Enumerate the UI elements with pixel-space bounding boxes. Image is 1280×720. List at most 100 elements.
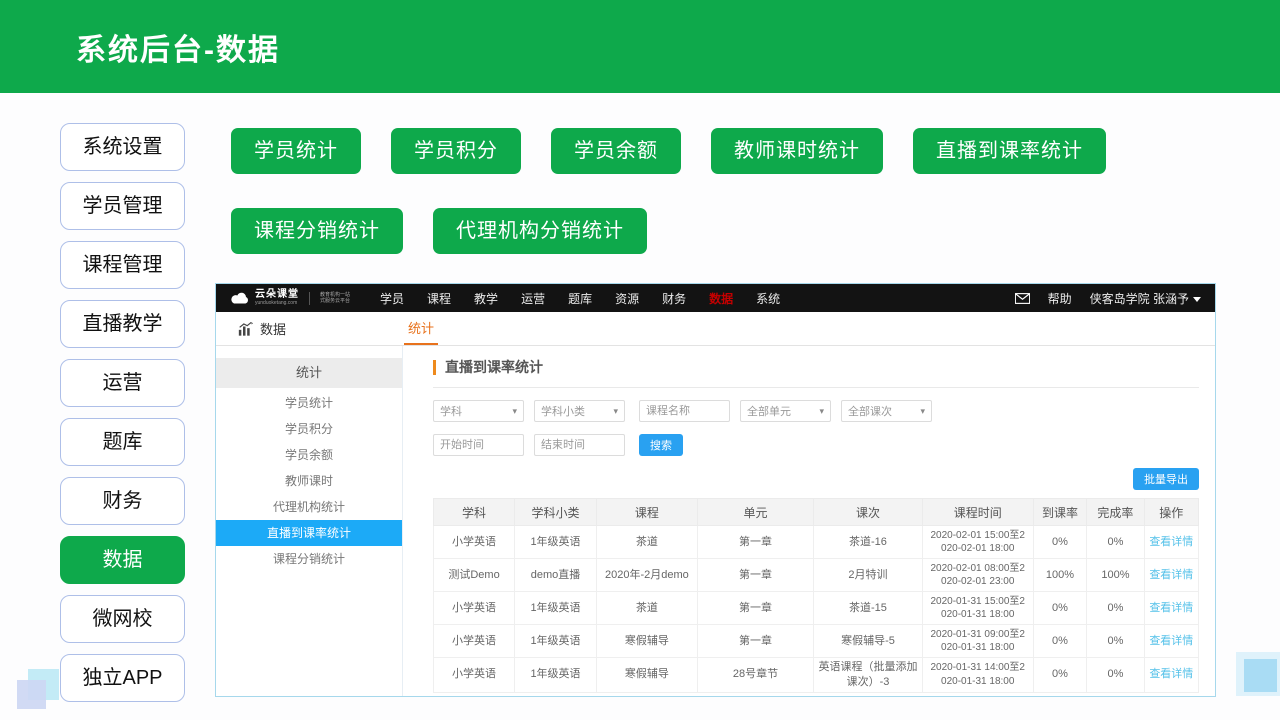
table-header-row: 学科学科小类课程单元课次课程时间到课率完成率操作 bbox=[434, 499, 1199, 526]
column-header: 完成率 bbox=[1087, 499, 1144, 526]
logo-divider bbox=[309, 292, 310, 305]
cell-subcategory: 1年级英语 bbox=[515, 658, 597, 693]
course-time-line2: 020-02-01 23:00 bbox=[926, 575, 1030, 589]
cell-subject: 测试Demo bbox=[434, 559, 515, 592]
quick-buttons-row2: 课程分销统计代理机构分销统计 bbox=[231, 208, 1211, 254]
side-menu-item-课程分销统计[interactable]: 课程分销统计 bbox=[216, 546, 402, 572]
cell-lesson: 茶道-16 bbox=[814, 526, 923, 559]
top-menu-item-数据[interactable]: 数据 bbox=[709, 290, 733, 307]
cell-action: 查看详情 bbox=[1144, 625, 1198, 658]
cell-lesson: 寒假辅导-5 bbox=[814, 625, 923, 658]
course-name-input[interactable] bbox=[639, 400, 730, 422]
cell-course-time: 2020-01-31 09:00至2020-01-31 18:00 bbox=[922, 625, 1033, 658]
cell-subcategory: demo直播 bbox=[515, 559, 597, 592]
quick-button[interactable]: 课程分销统计 bbox=[231, 208, 403, 254]
top-menu-item-资源[interactable]: 资源 bbox=[615, 290, 639, 307]
logo-text: 云朵课堂 yunduoketang.com bbox=[255, 290, 299, 306]
side-menu-item-学员积分[interactable]: 学员积分 bbox=[216, 416, 402, 442]
cell-attendance-rate: 0% bbox=[1033, 592, 1087, 625]
column-header: 学科小类 bbox=[515, 499, 597, 526]
chevron-down-icon bbox=[1193, 297, 1201, 302]
top-menu-item-教学[interactable]: 教学 bbox=[474, 290, 498, 307]
course-time-line2: 020-01-31 18:00 bbox=[926, 608, 1030, 622]
batch-export-button[interactable]: 批量导出 bbox=[1133, 468, 1199, 490]
sidebar-item-题库[interactable]: 题库 bbox=[60, 418, 185, 466]
page-title: 系统后台-数据 bbox=[76, 25, 280, 69]
cloud-logo-icon bbox=[230, 291, 250, 305]
stats-side-menu: 统计 学员统计学员积分学员余额教师课时代理机构统计直播到课率统计课程分销统计 bbox=[216, 346, 403, 697]
top-menu-item-题库[interactable]: 题库 bbox=[568, 290, 592, 307]
admin-top-menu: 学员 课程 教学 运营 题库 资源 财务 数据 系统 bbox=[380, 290, 780, 307]
cell-completion-rate: 0% bbox=[1087, 592, 1144, 625]
decorative-square bbox=[1244, 659, 1277, 692]
subject-select[interactable]: 学科 bbox=[433, 400, 524, 422]
sidebar-item-课程管理[interactable]: 课程管理 bbox=[60, 241, 185, 289]
side-menu-item-学员统计[interactable]: 学员统计 bbox=[216, 390, 402, 416]
top-menu-item-运营[interactable]: 运营 bbox=[521, 290, 545, 307]
cell-lesson: 茶道-15 bbox=[814, 592, 923, 625]
cell-unit: 第一章 bbox=[697, 625, 813, 658]
quick-button[interactable]: 学员积分 bbox=[391, 128, 521, 174]
unit-select[interactable]: 全部单元 bbox=[740, 400, 831, 422]
quick-button[interactable]: 教师课时统计 bbox=[711, 128, 883, 174]
cell-subcategory: 1年级英语 bbox=[515, 526, 597, 559]
cell-subject: 小学英语 bbox=[434, 592, 515, 625]
cell-completion-rate: 0% bbox=[1087, 625, 1144, 658]
quick-button[interactable]: 学员余额 bbox=[551, 128, 681, 174]
sidebar-item-数据[interactable]: 数据 bbox=[60, 536, 185, 584]
view-details-link[interactable]: 查看详情 bbox=[1149, 668, 1193, 680]
side-menu-item-直播到课率统计[interactable]: 直播到课率统计 bbox=[216, 520, 402, 546]
sidebar-item-学员管理[interactable]: 学员管理 bbox=[60, 182, 185, 230]
sidebar-item-独立APP[interactable]: 独立APP bbox=[60, 654, 185, 702]
side-menu-item-学员余额[interactable]: 学员余额 bbox=[216, 442, 402, 468]
sidebar-item-系统设置[interactable]: 系统设置 bbox=[60, 123, 185, 171]
tab-statistics[interactable]: 统计 bbox=[404, 312, 438, 345]
mail-icon[interactable] bbox=[1015, 293, 1030, 304]
search-button[interactable]: 搜索 bbox=[639, 434, 683, 456]
filter-row-2: 搜索 bbox=[433, 434, 1199, 456]
view-details-link[interactable]: 查看详情 bbox=[1149, 569, 1193, 581]
table-body: 小学英语1年级英语茶道第一章茶道-162020-02-01 15:00至2020… bbox=[434, 526, 1199, 693]
quick-button[interactable]: 学员统计 bbox=[231, 128, 361, 174]
column-header: 课次 bbox=[814, 499, 923, 526]
start-time-input[interactable] bbox=[433, 434, 524, 456]
subcategory-select[interactable]: 学科小类 bbox=[534, 400, 625, 422]
end-time-input[interactable] bbox=[534, 434, 625, 456]
side-menu-item-教师课时[interactable]: 教师课时 bbox=[216, 468, 402, 494]
course-time-line1: 2020-02-01 08:00至2 bbox=[926, 562, 1030, 576]
sidebar-item-微网校[interactable]: 微网校 bbox=[60, 595, 185, 643]
cell-completion-rate: 0% bbox=[1087, 526, 1144, 559]
top-menu-item-系统[interactable]: 系统 bbox=[756, 290, 780, 307]
help-link[interactable]: 帮助 bbox=[1048, 290, 1072, 307]
sidebar-item-直播教学[interactable]: 直播教学 bbox=[60, 300, 185, 348]
view-details-link[interactable]: 查看详情 bbox=[1149, 536, 1193, 548]
cell-action: 查看详情 bbox=[1144, 559, 1198, 592]
bar-chart-icon bbox=[238, 322, 253, 336]
course-time-line1: 2020-01-31 09:00至2 bbox=[926, 628, 1030, 642]
lesson-select[interactable]: 全部课次 bbox=[841, 400, 932, 422]
subnav-section-label: 数据 bbox=[260, 319, 286, 338]
top-menu-item-学员[interactable]: 学员 bbox=[380, 290, 404, 307]
cell-course: 茶道 bbox=[596, 526, 697, 559]
cell-unit: 第一章 bbox=[697, 559, 813, 592]
page-banner: 系统后台-数据 bbox=[0, 0, 1280, 93]
view-details-link[interactable]: 查看详情 bbox=[1149, 602, 1193, 614]
logo-tagline: 教育机构一站 式服务云平台 bbox=[320, 292, 350, 305]
section-title: 直播到课率统计 bbox=[433, 360, 1199, 375]
course-time-line2: 020-02-01 18:00 bbox=[926, 542, 1030, 556]
sidebar-item-运营[interactable]: 运营 bbox=[60, 359, 185, 407]
quick-button[interactable]: 代理机构分销统计 bbox=[433, 208, 647, 254]
attendance-table: 学科学科小类课程单元课次课程时间到课率完成率操作 小学英语1年级英语茶道第一章茶… bbox=[433, 498, 1199, 693]
side-menu-item-代理机构统计[interactable]: 代理机构统计 bbox=[216, 494, 402, 520]
top-menu-item-课程[interactable]: 课程 bbox=[427, 290, 451, 307]
view-details-link[interactable]: 查看详情 bbox=[1149, 635, 1193, 647]
column-header: 到课率 bbox=[1033, 499, 1087, 526]
sidebar-item-财务[interactable]: 财务 bbox=[60, 477, 185, 525]
table-row: 小学英语1年级英语茶道第一章茶道-152020-01-31 15:00至2020… bbox=[434, 592, 1199, 625]
top-menu-item-财务[interactable]: 财务 bbox=[662, 290, 686, 307]
column-header: 学科 bbox=[434, 499, 515, 526]
admin-screenshot-panel: 云朵课堂 yunduoketang.com 教育机构一站 式服务云平台 学员课程… bbox=[215, 283, 1216, 697]
cell-course: 寒假辅导 bbox=[596, 658, 697, 693]
account-menu[interactable]: 侠客岛学院 张涵予 bbox=[1090, 290, 1201, 307]
quick-button[interactable]: 直播到课率统计 bbox=[913, 128, 1106, 174]
